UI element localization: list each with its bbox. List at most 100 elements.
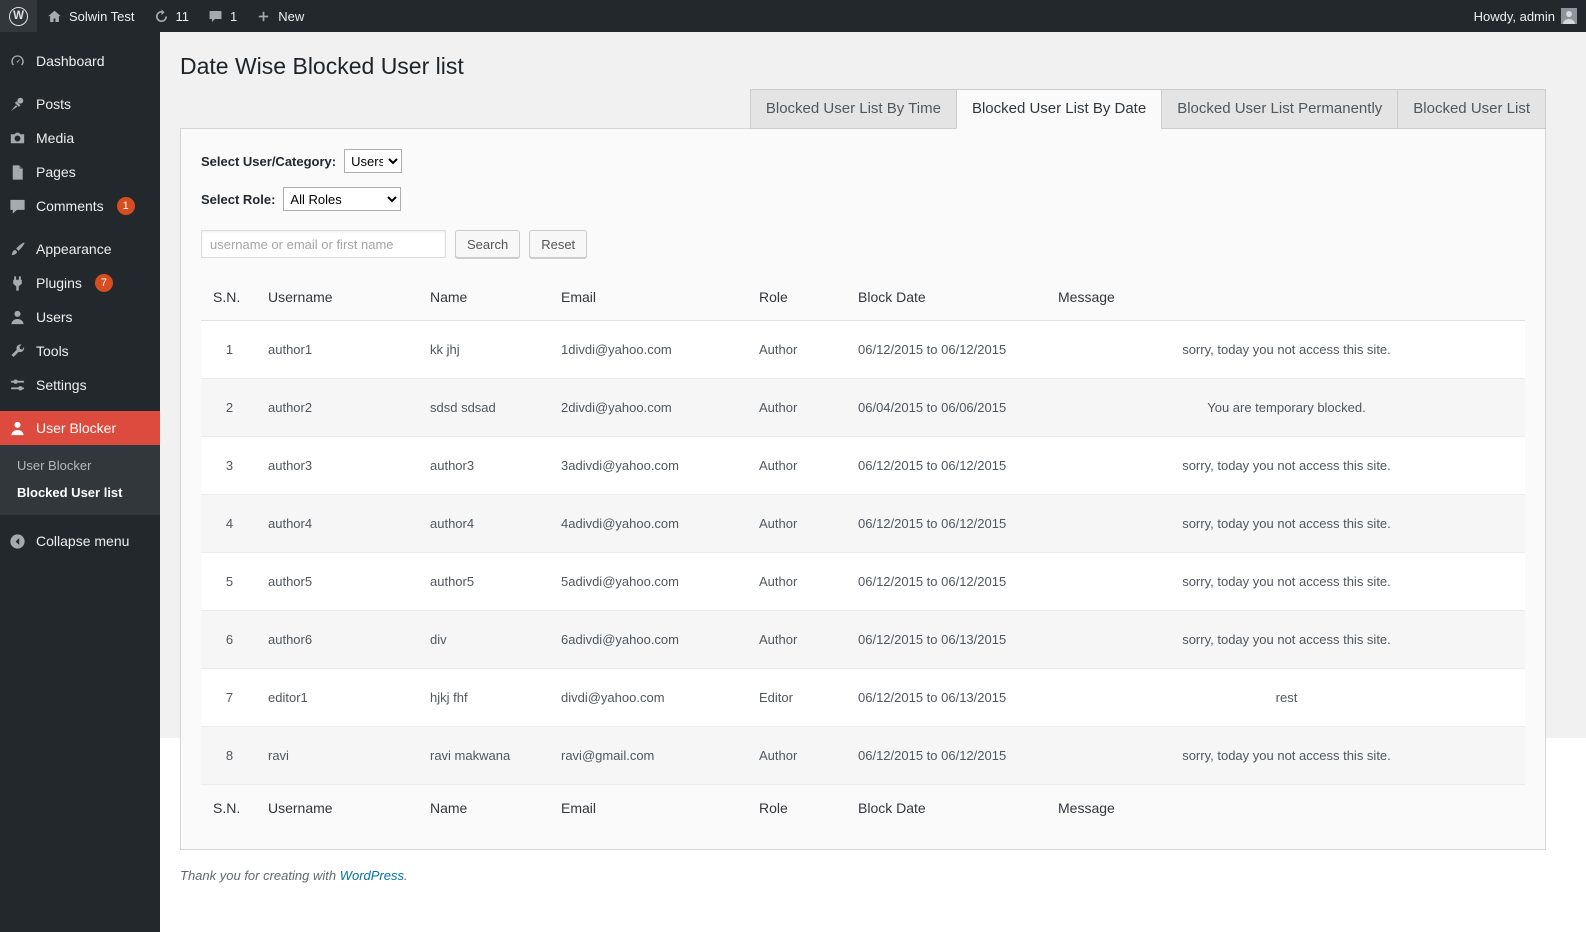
- tab-blocked-permanently[interactable]: Blocked User List Permanently: [1161, 89, 1399, 129]
- role-select[interactable]: All Roles: [283, 187, 402, 211]
- cell-name: hjkj fhf: [418, 668, 549, 727]
- user-blocker-icon: [11, 421, 24, 435]
- table-header-row: S.N. Username Name Email Role Block Date…: [201, 274, 1525, 321]
- sidebar-item-comments[interactable]: Comments 1: [0, 189, 160, 223]
- table-row: 6 author6 div 6adivdi@yahoo.com Author 0…: [201, 610, 1525, 669]
- cell-email: 6adivdi@yahoo.com: [549, 610, 747, 669]
- cell-role: Author: [747, 726, 846, 785]
- cell-message: rest: [1046, 668, 1525, 727]
- sidebar-item-media[interactable]: Media: [0, 121, 160, 155]
- table-row: 3 author3 author3 3adivdi@yahoo.com Auth…: [201, 436, 1525, 495]
- new-content-menu[interactable]: New: [246, 0, 313, 32]
- search-button[interactable]: Search: [455, 230, 521, 258]
- cell-block-date: 06/12/2015 to 06/12/2015: [846, 552, 1046, 611]
- footer-username[interactable]: Username: [256, 784, 418, 831]
- cell-sn: 6: [201, 610, 256, 669]
- header-username[interactable]: Username: [256, 274, 418, 321]
- cell-name: kk jhj: [418, 320, 549, 379]
- cell-role: Editor: [747, 668, 846, 727]
- role-filter-label: Select Role:: [201, 191, 276, 207]
- sidebar-item-label: Posts: [36, 96, 72, 112]
- blocked-user-panel: Select User/Category: Users Select Role:…: [180, 128, 1546, 850]
- tab-bar: Blocked User List By Time Blocked User L…: [180, 89, 1546, 129]
- reset-button[interactable]: Reset: [529, 230, 588, 258]
- cell-username: author1: [256, 320, 418, 379]
- sidebar-item-appearance[interactable]: Appearance: [0, 232, 160, 266]
- sidebar-item-label: Comments: [36, 198, 104, 214]
- my-account-menu[interactable]: Howdy, admin: [1465, 0, 1586, 32]
- comment-icon: [207, 8, 224, 25]
- cell-email: ravi@gmail.com: [549, 726, 747, 785]
- admin-bar: W Solwin Test 11 1 New Howdy, admin: [0, 0, 1586, 32]
- cell-email: divdi@yahoo.com: [549, 668, 747, 727]
- footer-name[interactable]: Name: [418, 784, 549, 831]
- cell-message: sorry, today you not access this site.: [1046, 610, 1525, 669]
- sidebar-item-tools[interactable]: Tools: [0, 334, 160, 368]
- cell-block-date: 06/12/2015 to 06/13/2015: [846, 610, 1046, 669]
- footer-email[interactable]: Email: [549, 784, 747, 831]
- tab-blocked-by-date[interactable]: Blocked User List By Date: [955, 89, 1163, 129]
- blocked-users-table: S.N. Username Name Email Role Block Date…: [201, 274, 1525, 831]
- cell-sn: 3: [201, 436, 256, 495]
- header-block-date: Block Date: [846, 274, 1046, 321]
- submenu-item-blocked-user-list[interactable]: Blocked User list: [0, 479, 160, 506]
- users-icon: [11, 310, 24, 324]
- tab-blocked-user-list[interactable]: Blocked User List: [1397, 89, 1546, 129]
- footer-role: Role: [747, 784, 846, 831]
- table-footer-row: S.N. Username Name Email Role Block Date…: [201, 784, 1525, 831]
- cell-email: 1divdi@yahoo.com: [549, 320, 747, 379]
- cell-email: 2divdi@yahoo.com: [549, 378, 747, 437]
- sidebar-item-label: Dashboard: [36, 53, 105, 69]
- cell-role: Author: [747, 436, 846, 495]
- wordpress-link[interactable]: WordPress: [340, 868, 404, 883]
- comments-menu[interactable]: 1: [198, 0, 246, 32]
- avatar: [1561, 8, 1577, 24]
- cell-username: author3: [256, 436, 418, 495]
- plugins-badge: 7: [94, 274, 113, 292]
- sidebar-item-users[interactable]: Users: [0, 300, 160, 334]
- sidebar-item-user-blocker[interactable]: User Blocker: [0, 411, 160, 445]
- table-row: 2 author2 sdsd sdsad 2divdi@yahoo.com Au…: [201, 378, 1525, 437]
- sidebar-item-settings[interactable]: Settings: [0, 368, 160, 402]
- tools-icon: [11, 343, 25, 357]
- cell-email: 3adivdi@yahoo.com: [549, 436, 747, 495]
- table-row: 1 author1 kk jhj 1divdi@yahoo.com Author…: [201, 320, 1525, 379]
- sidebar-item-posts[interactable]: Posts: [0, 87, 160, 121]
- footer-thanks: Thank you for creating with WordPress.: [180, 868, 1546, 883]
- site-name-menu[interactable]: Solwin Test: [37, 0, 144, 32]
- cell-sn: 4: [201, 494, 256, 553]
- cell-sn: 5: [201, 552, 256, 611]
- submenu-item-user-blocker[interactable]: User Blocker: [0, 452, 160, 479]
- header-email[interactable]: Email: [549, 274, 747, 321]
- updates-menu[interactable]: 11: [144, 0, 199, 32]
- sidebar-item-plugins[interactable]: Plugins 7: [0, 266, 160, 300]
- sidebar-item-dashboard[interactable]: Dashboard: [0, 44, 160, 78]
- tab-blocked-by-time[interactable]: Blocked User List By Time: [749, 89, 957, 129]
- update-icon: [153, 8, 170, 25]
- site-name-label: Solwin Test: [69, 8, 135, 24]
- cell-role: Author: [747, 494, 846, 553]
- sidebar-item-pages[interactable]: Pages: [0, 155, 160, 189]
- search-input[interactable]: [201, 230, 446, 258]
- footer-sn: S.N.: [201, 784, 256, 831]
- collapse-menu-button[interactable]: Collapse menu: [0, 524, 160, 558]
- home-icon: [46, 8, 63, 25]
- sidebar-item-label: Settings: [36, 377, 87, 393]
- cell-sn: 2: [201, 378, 256, 437]
- cell-block-date: 06/04/2015 to 06/06/2015: [846, 378, 1046, 437]
- plus-icon: [255, 8, 272, 25]
- comments-badge: 1: [116, 197, 135, 215]
- cell-name: div: [418, 610, 549, 669]
- cell-role: Author: [747, 610, 846, 669]
- cell-message: sorry, today you not access this site.: [1046, 726, 1525, 785]
- table-row: 7 editor1 hjkj fhf divdi@yahoo.com Edito…: [201, 668, 1525, 727]
- wordpress-logo-menu[interactable]: W: [0, 0, 37, 32]
- header-name[interactable]: Name: [418, 274, 549, 321]
- menu-separator: [0, 78, 160, 87]
- sidebar-item-label: Pages: [36, 164, 76, 180]
- updates-count: 11: [175, 8, 190, 24]
- comment-icon: [10, 199, 25, 214]
- user-category-select[interactable]: Users: [344, 149, 403, 173]
- sidebar-item-label: User Blocker: [36, 420, 117, 436]
- new-label: New: [278, 8, 305, 24]
